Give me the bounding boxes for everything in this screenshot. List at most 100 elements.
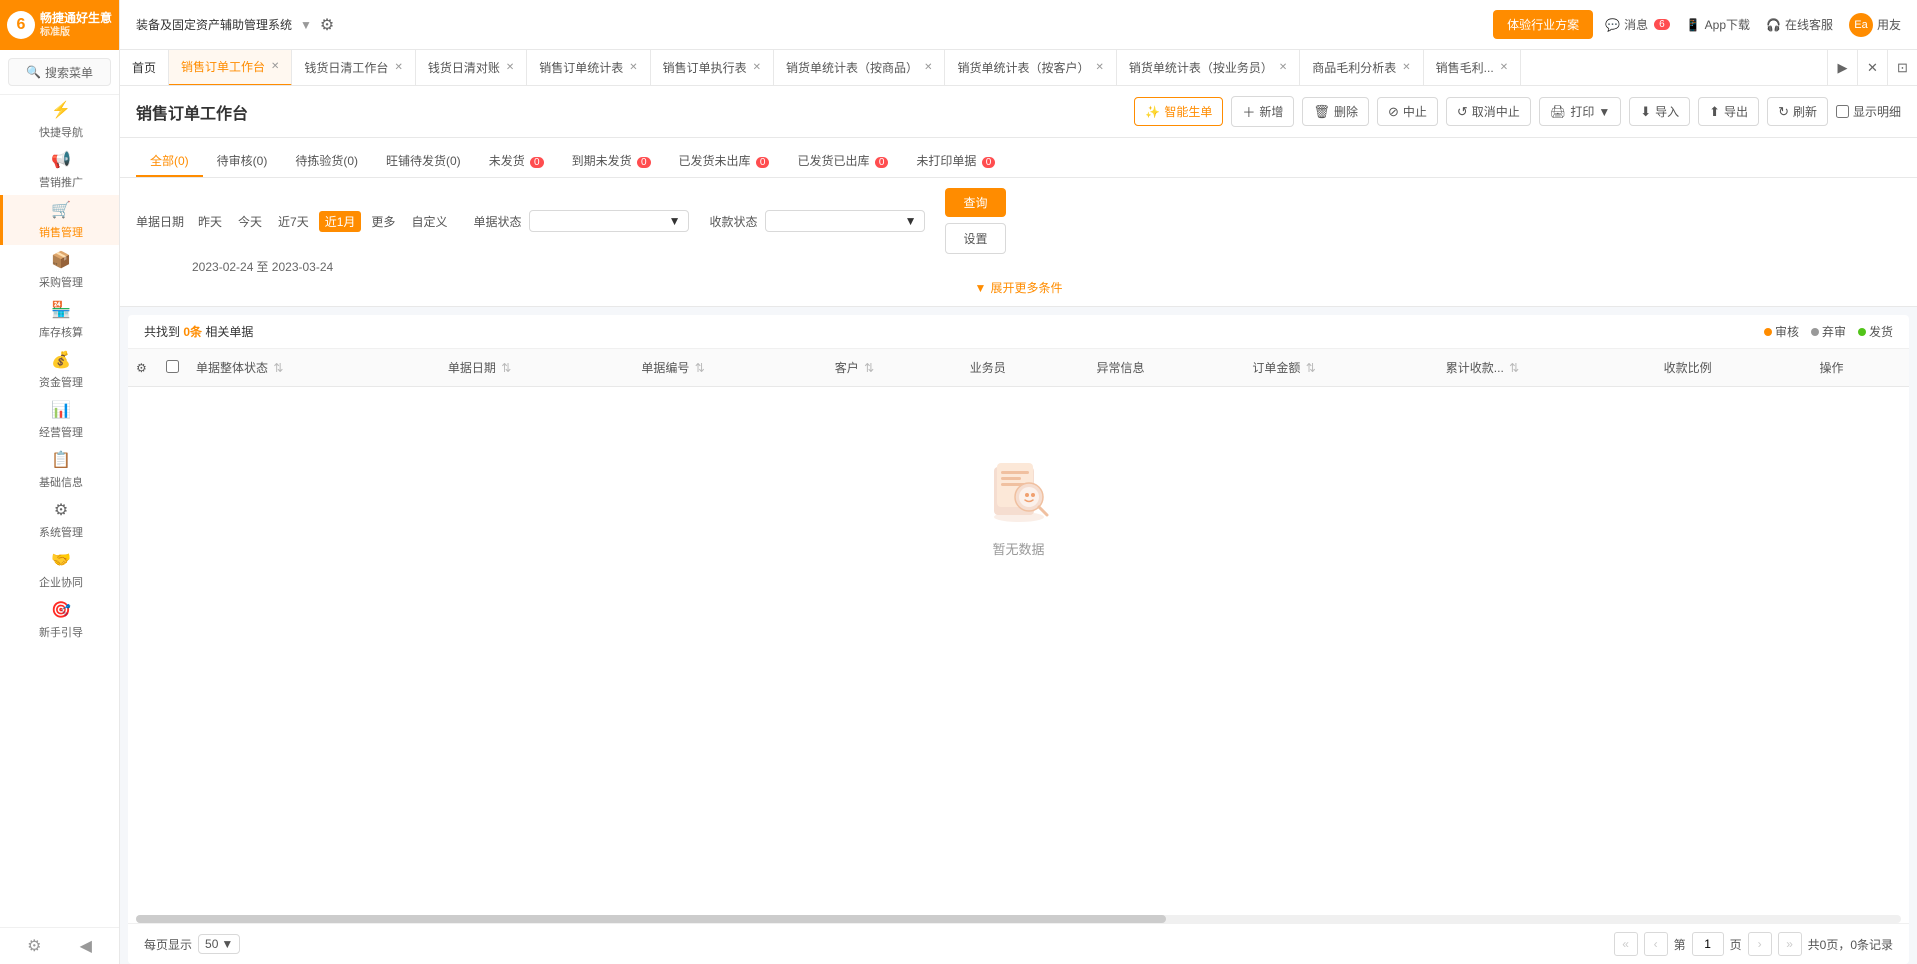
page-last-btn[interactable]: » [1778,932,1802,956]
date-yesterday-btn[interactable]: 昨天 [192,211,228,232]
page-next-btn[interactable]: › [1748,932,1772,956]
tab-close-sales-stats-product[interactable]: ✕ [924,62,932,73]
import-btn[interactable]: ⬇ 导入 [1629,97,1690,126]
date-more-btn[interactable]: 更多 [365,211,401,232]
detail-checkbox-label[interactable]: 显示明细 [1836,103,1901,120]
expand-more-btn[interactable]: ▼ 展开更多条件 [136,279,1901,296]
th-amount[interactable]: 订单金额 ⇅ [1244,349,1437,387]
scrollbar-thumb[interactable] [136,915,1166,923]
export-btn[interactable]: ⬆ 导出 [1698,97,1759,126]
tab-cash-daily[interactable]: 钱货日清工作台 ✕ [292,50,415,86]
sidebar-settings-icon[interactable]: ⚙ [27,936,41,956]
tab-sales-stats-product[interactable]: 销货单统计表（按商品） ✕ [774,50,945,86]
industry-btn[interactable]: 体验行业方案 [1493,10,1593,39]
system-dropdown[interactable]: ▼ [300,18,312,32]
tab-close-sales-stats[interactable]: ✕ [629,62,637,73]
tab-close-sales-stats-customer[interactable]: ✕ [1095,62,1103,73]
filter-tab-pending-review[interactable]: 待审核(0) [203,146,282,177]
tab-sales-workbench[interactable]: 销售订单工作台 ✕ [169,50,292,86]
th-collected[interactable]: 累计收款... ⇅ [1438,349,1656,387]
message-action[interactable]: 💬 消息 6 [1605,16,1670,33]
filter-tab-pending-check[interactable]: 待拣验货(0) [281,146,372,177]
tab-cash-reconcile[interactable]: 钱货日清对账 ✕ [416,50,527,86]
filter-tab-all[interactable]: 全部(0) [136,146,203,177]
tab-gross-profit[interactable]: 商品毛利分析表 ✕ [1300,50,1423,86]
th-customer[interactable]: 客户 ⇅ [827,349,962,387]
date-7days-btn[interactable]: 近7天 [272,211,315,232]
online-service-action[interactable]: 🎧 在线客服 [1766,16,1833,33]
tab-sales-exec[interactable]: 销售订单执行表 ✕ [651,50,774,86]
page-first-btn[interactable]: « [1614,932,1638,956]
tab-close-cash-reconcile[interactable]: ✕ [506,62,514,73]
horizontal-scrollbar[interactable] [136,915,1901,923]
tab-sales-stats-customer[interactable]: 销货单统计表（按客户） ✕ [945,50,1116,86]
th-date[interactable]: 单据日期 ⇅ [440,349,633,387]
filter-tab-shipped-not-out[interactable]: 已发货未出库 0 [665,146,784,177]
filter-tab-not-printed[interactable]: 未打印单据 0 [902,146,1009,177]
detail-checkbox[interactable] [1836,105,1849,118]
ai-generate-btn[interactable]: ✨ 智能生单 [1134,97,1223,126]
tab-close-sales-workbench[interactable]: ✕ [271,61,279,72]
sidebar-collapse-icon[interactable]: ◀ [80,936,92,956]
payment-select[interactable]: ▼ [765,210,925,232]
filter-tab-wangpu[interactable]: 旺铺待发货(0) [372,146,475,177]
sidebar-item-guide[interactable]: 🎯 新手引导 [0,595,119,645]
batch-cancel-review-btn[interactable]: 弃审 [1811,323,1846,340]
tab-close-sales-more[interactable]: ✕ [1500,62,1508,73]
tab-sales-stats-staff[interactable]: 销货单统计表（按业务员） ✕ [1117,50,1300,86]
tab-maximize[interactable]: ⊡ [1887,50,1917,86]
print-btn[interactable]: 🖨 打印 ▼ [1539,97,1621,126]
message-badge: 6 [1654,19,1670,30]
date-custom-btn[interactable]: 自定义 [405,211,453,232]
sidebar-item-operations[interactable]: 📊 经营管理 [0,395,119,445]
batch-ship-btn[interactable]: 发货 [1858,323,1893,340]
sidebar-search-button[interactable]: 🔍 搜索菜单 [8,58,111,86]
page-size-select[interactable]: 50 ▼ [198,934,240,954]
cancel-stop-btn[interactable]: ↺ 取消中止 [1446,97,1531,126]
tab-sales-stats[interactable]: 销售订单统计表 ✕ [527,50,650,86]
sidebar-item-enterprise[interactable]: 🤝 企业协同 [0,545,119,595]
date-today-btn[interactable]: 今天 [232,211,268,232]
tab-close-gross-profit[interactable]: ✕ [1402,62,1410,73]
th-staff[interactable]: 业务员 [962,349,1089,387]
add-btn[interactable]: ＋ 新增 [1231,96,1294,127]
filter-tab-shipped-out[interactable]: 已发货已出库 0 [783,146,902,177]
tab-home[interactable]: 首页 [120,50,169,86]
sidebar-item-quicknav[interactable]: ⚡ 快捷导航 [0,95,119,145]
filter-tab-not-shipped[interactable]: 未发货 0 [475,146,558,177]
status-select[interactable]: ▼ [529,210,689,232]
page-number-input[interactable] [1692,932,1724,956]
filter-tab-overdue[interactable]: 到期未发货 0 [558,146,665,177]
tab-close-sales-exec[interactable]: ✕ [753,62,761,73]
date-1month-btn[interactable]: 近1月 [319,211,362,232]
sidebar-item-purchase[interactable]: 📦 采购管理 [0,245,119,295]
tab-close-sales-stats-staff[interactable]: ✕ [1279,62,1287,73]
sidebar-item-sales[interactable]: 🛒 销售管理 [0,195,119,245]
tab-sales-more[interactable]: 销售毛利... ✕ [1424,50,1521,86]
stop-btn[interactable]: ⊘ 中止 [1377,97,1438,126]
setting-btn[interactable]: 设置 [945,223,1005,254]
table-footer: 每页显示 50 ▼ « ‹ 第 页 › » 共0页，0条记录 [128,923,1909,964]
th-config[interactable]: ⚙ [128,349,158,387]
th-checkbox[interactable] [158,349,188,387]
query-btn[interactable]: 查询 [945,188,1005,217]
th-number[interactable]: 单据编号 ⇅ [633,349,826,387]
tab-close-cash-daily[interactable]: ✕ [394,62,402,73]
batch-review-btn[interactable]: 审核 [1764,323,1799,340]
tab-scroll-right[interactable]: ▶ [1827,50,1857,86]
app-download-action[interactable]: 📱 App下载 [1686,16,1750,33]
sidebar-item-marketing[interactable]: 📢 营销推广 [0,145,119,195]
topbar-settings-icon[interactable]: ⚙ [320,15,334,35]
user-menu[interactable]: Ea 用友 [1849,13,1901,37]
tab-close-all[interactable]: ✕ [1857,50,1887,86]
select-all-checkbox[interactable] [166,360,179,373]
th-action: 操作 [1811,349,1909,387]
sidebar-item-baseinfo[interactable]: 📋 基础信息 [0,445,119,495]
th-status[interactable]: 单据整体状态 ⇅ [188,349,440,387]
sidebar-item-system[interactable]: ⚙ 系统管理 [0,495,119,545]
page-prev-btn[interactable]: ‹ [1644,932,1668,956]
sidebar-item-finance[interactable]: 💰 资金管理 [0,345,119,395]
refresh-btn[interactable]: ↻ 刷新 [1767,97,1828,126]
delete-btn[interactable]: 🗑 删除 [1302,97,1369,126]
sidebar-item-inventory[interactable]: 🏪 库存核算 [0,295,119,345]
